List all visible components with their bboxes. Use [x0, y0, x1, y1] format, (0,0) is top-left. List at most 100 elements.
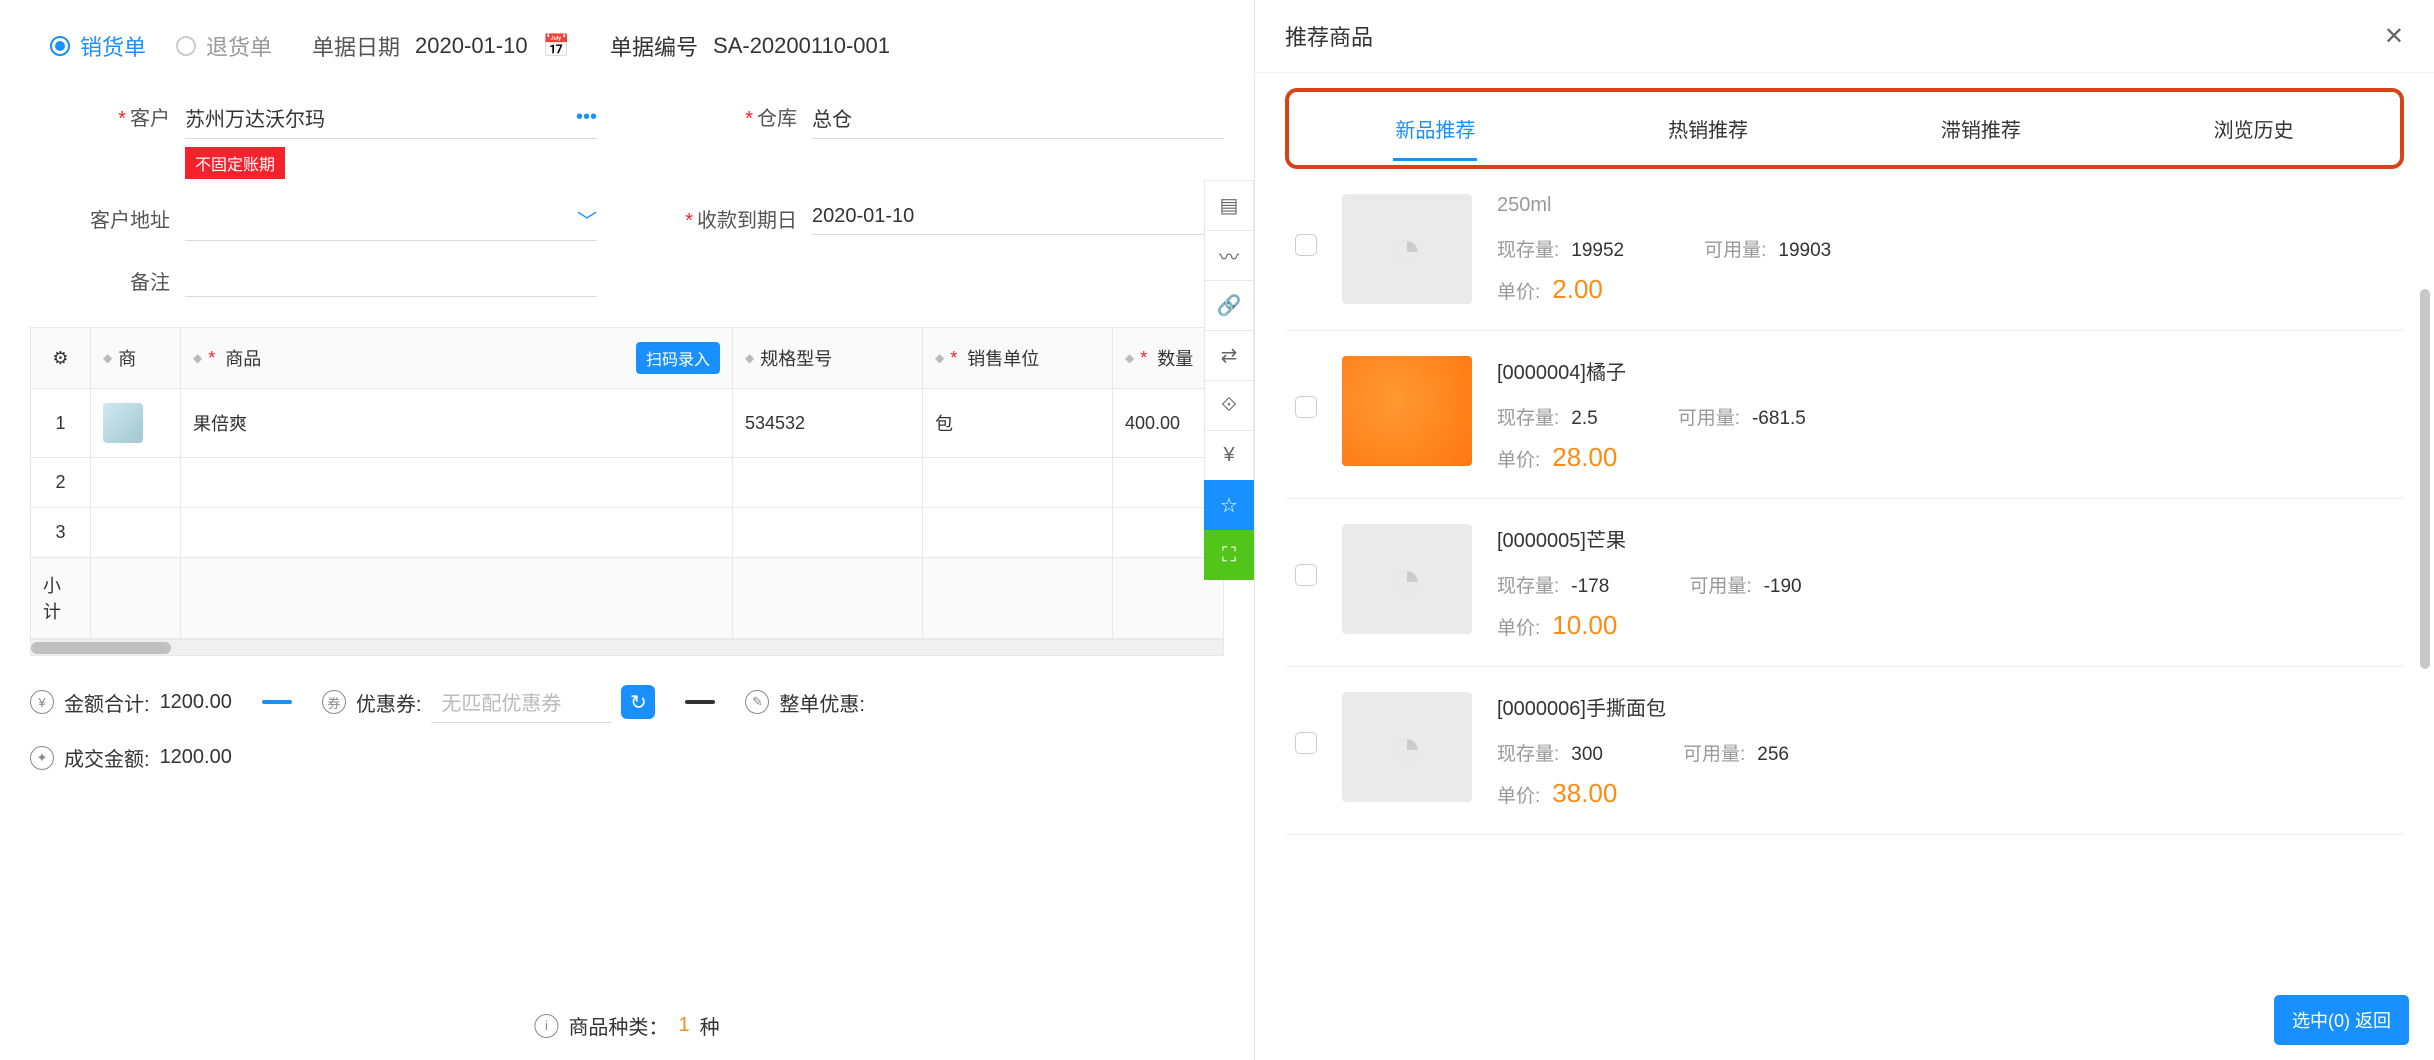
- list-icon[interactable]: ▤: [1204, 180, 1254, 230]
- price-label: 单价:: [1497, 282, 1540, 303]
- row-unit[interactable]: [923, 458, 1113, 507]
- kinds-suffix: 种: [700, 1011, 720, 1040]
- price-value: 2.00: [1552, 274, 1603, 304]
- due-input[interactable]: 2020-01-10: [812, 199, 1224, 235]
- table-row[interactable]: 1果倍爽534532包400.00: [31, 389, 1223, 458]
- stock-value: -178: [1571, 576, 1609, 597]
- scan-input-badge[interactable]: 扫码录入: [636, 342, 720, 374]
- product-checkbox[interactable]: [1295, 732, 1317, 754]
- stock-value: 300: [1571, 744, 1603, 765]
- row-unit[interactable]: 包: [923, 389, 1113, 457]
- amount-value: 1200.00: [160, 691, 232, 714]
- price-value: 10.00: [1552, 610, 1617, 640]
- yen-icon: ¥: [30, 690, 54, 714]
- col-spec[interactable]: ◆规格型号: [733, 328, 923, 388]
- col-unit[interactable]: ◆*销售单位: [923, 328, 1113, 388]
- vertical-scrollbar[interactable]: [2420, 289, 2430, 669]
- address-input[interactable]: ﹀: [185, 199, 597, 241]
- remark-label: 备注: [130, 272, 170, 294]
- warehouse-value: 总仓: [812, 103, 852, 132]
- dash-icon: [685, 700, 715, 704]
- coupon-input[interactable]: 无匹配优惠券: [431, 681, 611, 723]
- row-name[interactable]: 果倍爽: [181, 389, 733, 457]
- coupon-label: 优惠券:: [356, 688, 422, 717]
- expand-icon[interactable]: ⛶: [1204, 530, 1254, 580]
- amount-label: 金额合计:: [64, 688, 150, 717]
- avail-label: 可用量:: [1689, 576, 1751, 597]
- remark-input[interactable]: [185, 261, 597, 297]
- deal-icon: ✦: [30, 746, 54, 770]
- recommend-tab-1[interactable]: 热销推荐: [1638, 100, 1778, 157]
- price-label: 单价:: [1497, 618, 1540, 639]
- refresh-icon[interactable]: ↻: [621, 685, 655, 719]
- row-num: 1: [31, 389, 91, 457]
- product-image: ◔: [1342, 194, 1472, 304]
- row-spec[interactable]: 534532: [733, 389, 923, 457]
- warehouse-input[interactable]: 总仓: [812, 97, 1224, 139]
- product-name: [0000006]手撕面包: [1497, 692, 2394, 721]
- discount-icon: ✎: [745, 690, 769, 714]
- product-image: ◔: [1342, 692, 1472, 802]
- product-card: [0000004]橘子现存量:2.5可用量:-681.5单价:28.00: [1285, 331, 2404, 499]
- chart-icon[interactable]: 〰: [1204, 230, 1254, 280]
- table-row[interactable]: 3: [31, 508, 1223, 558]
- radio-icon: [176, 36, 196, 56]
- radio-icon: [50, 36, 70, 56]
- stock-label: 现存量:: [1497, 240, 1559, 261]
- product-checkbox[interactable]: [1295, 396, 1317, 418]
- deal-label: 成交金额:: [64, 743, 150, 772]
- recommend-tab-3[interactable]: 浏览历史: [2184, 100, 2324, 157]
- customer-input[interactable]: 苏州万达沃尔玛 •••: [185, 97, 597, 139]
- product-checkbox[interactable]: [1295, 234, 1317, 256]
- link-icon[interactable]: 🔗: [1204, 280, 1254, 330]
- col-prod-thumb[interactable]: ◆商: [91, 328, 181, 388]
- row-thumb: [91, 508, 181, 557]
- table-row[interactable]: 2: [31, 458, 1223, 508]
- row-thumb: [91, 389, 181, 457]
- gear-header[interactable]: ⚙: [31, 328, 91, 388]
- price-label: 单价:: [1497, 450, 1540, 471]
- horizontal-scrollbar[interactable]: [31, 639, 1223, 655]
- avail-label: 可用量:: [1704, 240, 1766, 261]
- recommend-tab-0[interactable]: 新品推荐: [1365, 100, 1505, 157]
- currency-icon[interactable]: ¥: [1204, 430, 1254, 480]
- stock-value: 19952: [1571, 240, 1624, 261]
- product-name: [0000005]芒果: [1497, 524, 2394, 553]
- product-checkbox[interactable]: [1295, 564, 1317, 586]
- select-return-button[interactable]: 选中(0) 返回: [2274, 995, 2409, 1045]
- row-unit[interactable]: [923, 508, 1113, 557]
- tab-return-order[interactable]: 退货单: [176, 30, 272, 62]
- bookmark-icon[interactable]: ⟐: [1204, 380, 1254, 430]
- kinds-label: 商品种类：: [568, 1011, 668, 1040]
- price-value: 28.00: [1552, 442, 1617, 472]
- star-icon[interactable]: ☆: [1204, 480, 1254, 530]
- product-list[interactable]: ◔250ml现存量:19952可用量:19903单价:2.00[0000004]…: [1255, 169, 2434, 980]
- recommend-tab-2[interactable]: 滞销推荐: [1911, 100, 2051, 157]
- row-spec[interactable]: [733, 458, 923, 507]
- due-label: 收款到期日: [697, 210, 797, 232]
- subtotal-label: 小计: [31, 558, 91, 638]
- row-spec[interactable]: [733, 508, 923, 557]
- dash-icon: [262, 700, 292, 704]
- row-name[interactable]: [181, 458, 733, 507]
- chevron-down-icon[interactable]: ﹀: [577, 205, 597, 234]
- swap-icon[interactable]: ⇄: [1204, 330, 1254, 380]
- info-icon: i: [534, 1014, 558, 1038]
- row-thumb: [91, 458, 181, 507]
- row-num: 2: [31, 458, 91, 507]
- address-label: 客户地址: [90, 210, 170, 232]
- tab-sales-order[interactable]: 销货单: [50, 30, 146, 62]
- close-icon[interactable]: ✕: [2384, 22, 2404, 51]
- product-card: ◔[0000006]手撕面包现存量:300可用量:256单价:38.00: [1285, 667, 2404, 835]
- more-icon[interactable]: •••: [576, 106, 597, 129]
- product-name: [0000004]橘子: [1497, 356, 2394, 385]
- avail-label: 可用量:: [1678, 408, 1740, 429]
- col-product[interactable]: ◆*商品扫码录入: [181, 328, 733, 388]
- side-toolbar: ▤ 〰 🔗 ⇄ ⟐ ¥ ☆ ⛶: [1204, 180, 1254, 580]
- recommend-title: 推荐商品: [1285, 20, 1373, 52]
- coupon-icon: 券: [322, 690, 346, 714]
- calendar-icon[interactable]: 📅: [543, 33, 570, 59]
- row-name[interactable]: [181, 508, 733, 557]
- doc-date-value[interactable]: 2020-01-10: [415, 33, 528, 59]
- row-num: 3: [31, 508, 91, 557]
